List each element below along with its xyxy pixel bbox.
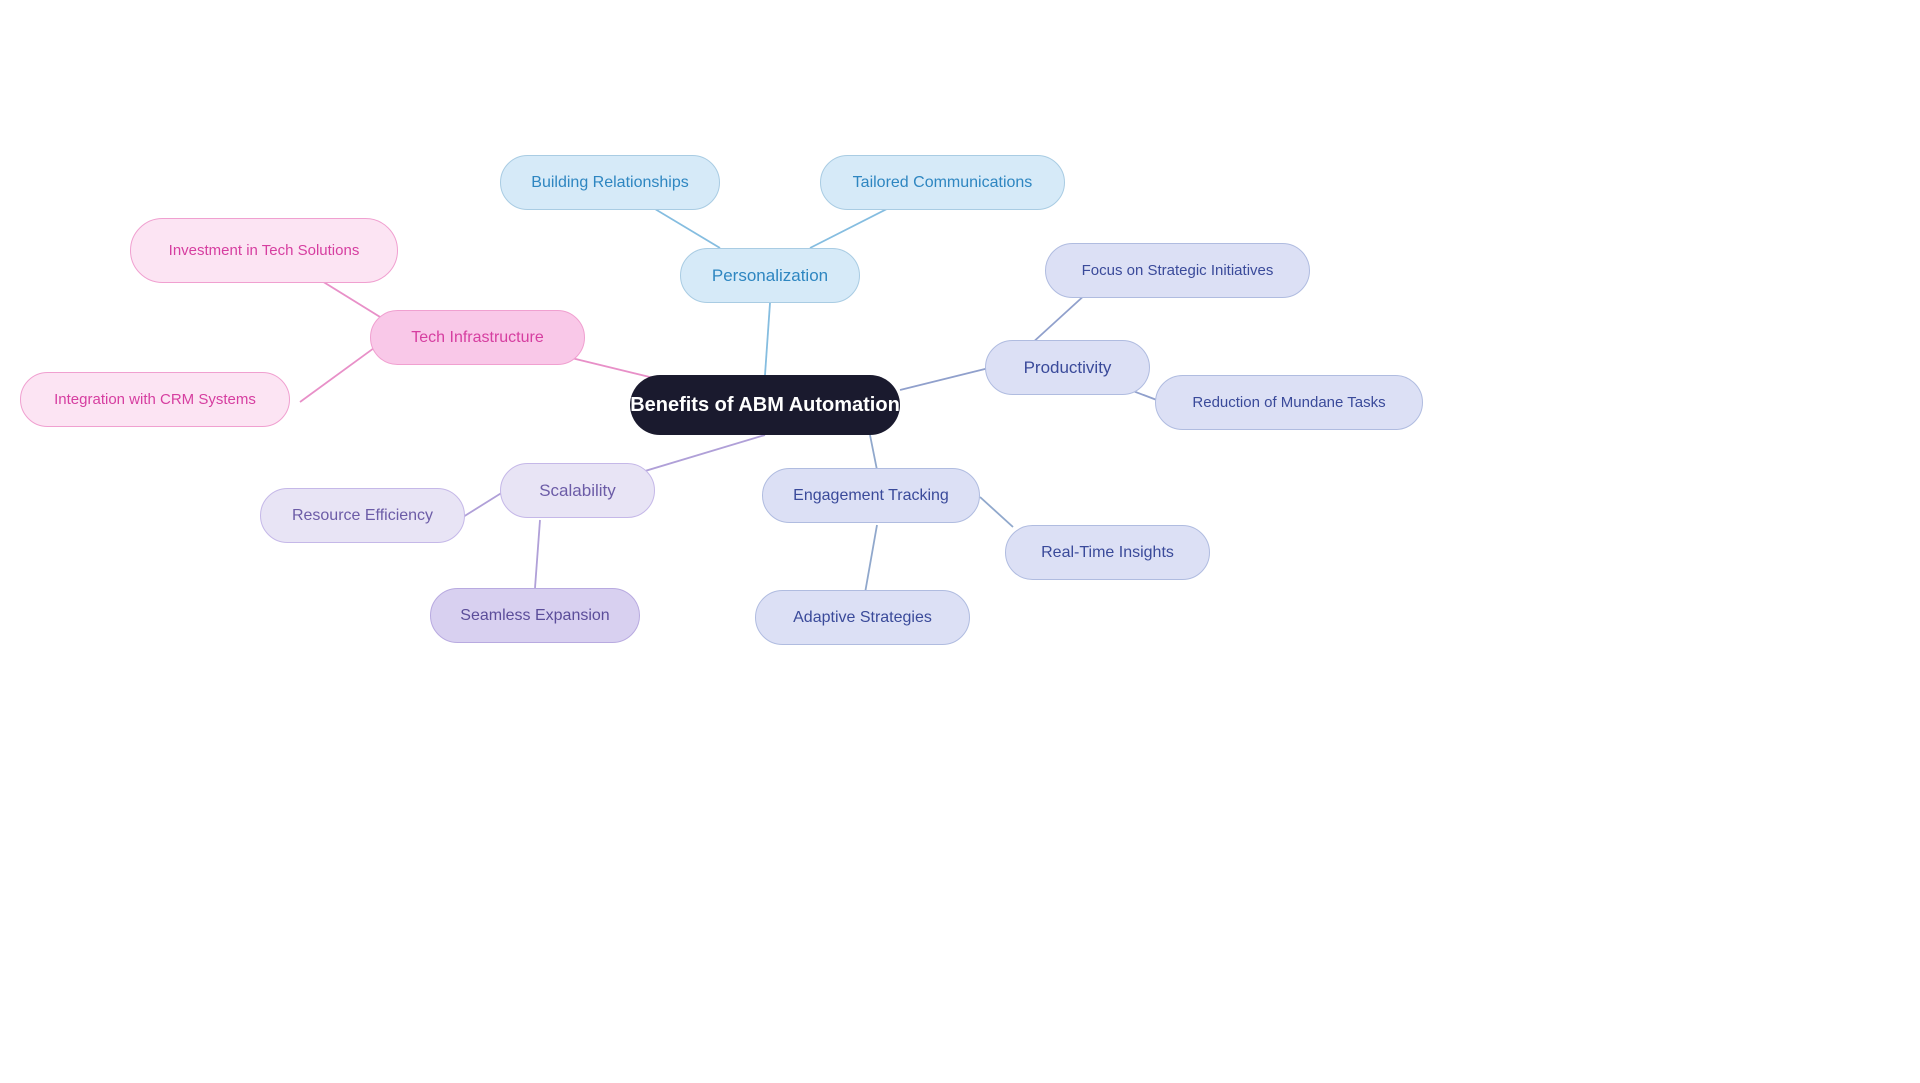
tech-infrastructure-node: Tech Infrastructure xyxy=(370,310,585,365)
investment-tech-label: Investment in Tech Solutions xyxy=(169,242,360,259)
center-node-label: Benefits of ABM Automation xyxy=(630,394,900,417)
scalability-node: Scalability xyxy=(500,463,655,518)
building-relationships-node: Building Relationships xyxy=(500,155,720,210)
adaptive-strategies-node: Adaptive Strategies xyxy=(755,590,970,645)
adaptive-strategies-label: Adaptive Strategies xyxy=(793,609,932,627)
real-time-insights-node: Real-Time Insights xyxy=(1005,525,1210,580)
focus-strategic-node: Focus on Strategic Initiatives xyxy=(1045,243,1310,298)
productivity-node: Productivity xyxy=(985,340,1150,395)
focus-strategic-label: Focus on Strategic Initiatives xyxy=(1082,262,1274,279)
engagement-tracking-node: Engagement Tracking xyxy=(762,468,980,523)
tailored-communications-node: Tailored Communications xyxy=(820,155,1065,210)
tailored-communications-label: Tailored Communications xyxy=(853,174,1033,192)
engagement-tracking-label: Engagement Tracking xyxy=(793,487,949,505)
resource-efficiency-node: Resource Efficiency xyxy=(260,488,465,543)
integration-crm-node: Integration with CRM Systems xyxy=(20,372,290,427)
integration-crm-label: Integration with CRM Systems xyxy=(54,391,256,408)
reduction-mundane-node: Reduction of Mundane Tasks xyxy=(1155,375,1423,430)
scalability-label: Scalability xyxy=(539,481,616,501)
reduction-mundane-label: Reduction of Mundane Tasks xyxy=(1192,394,1385,411)
tech-infrastructure-label: Tech Infrastructure xyxy=(411,329,544,347)
personalization-node: Personalization xyxy=(680,248,860,303)
building-relationships-label: Building Relationships xyxy=(531,174,688,192)
resource-efficiency-label: Resource Efficiency xyxy=(292,507,433,525)
seamless-expansion-node: Seamless Expansion xyxy=(430,588,640,643)
center-node: Benefits of ABM Automation xyxy=(630,375,900,435)
productivity-label: Productivity xyxy=(1024,358,1112,378)
seamless-expansion-label: Seamless Expansion xyxy=(460,607,609,625)
personalization-label: Personalization xyxy=(712,266,828,286)
investment-tech-node: Investment in Tech Solutions xyxy=(130,218,398,283)
real-time-insights-label: Real-Time Insights xyxy=(1041,544,1174,562)
